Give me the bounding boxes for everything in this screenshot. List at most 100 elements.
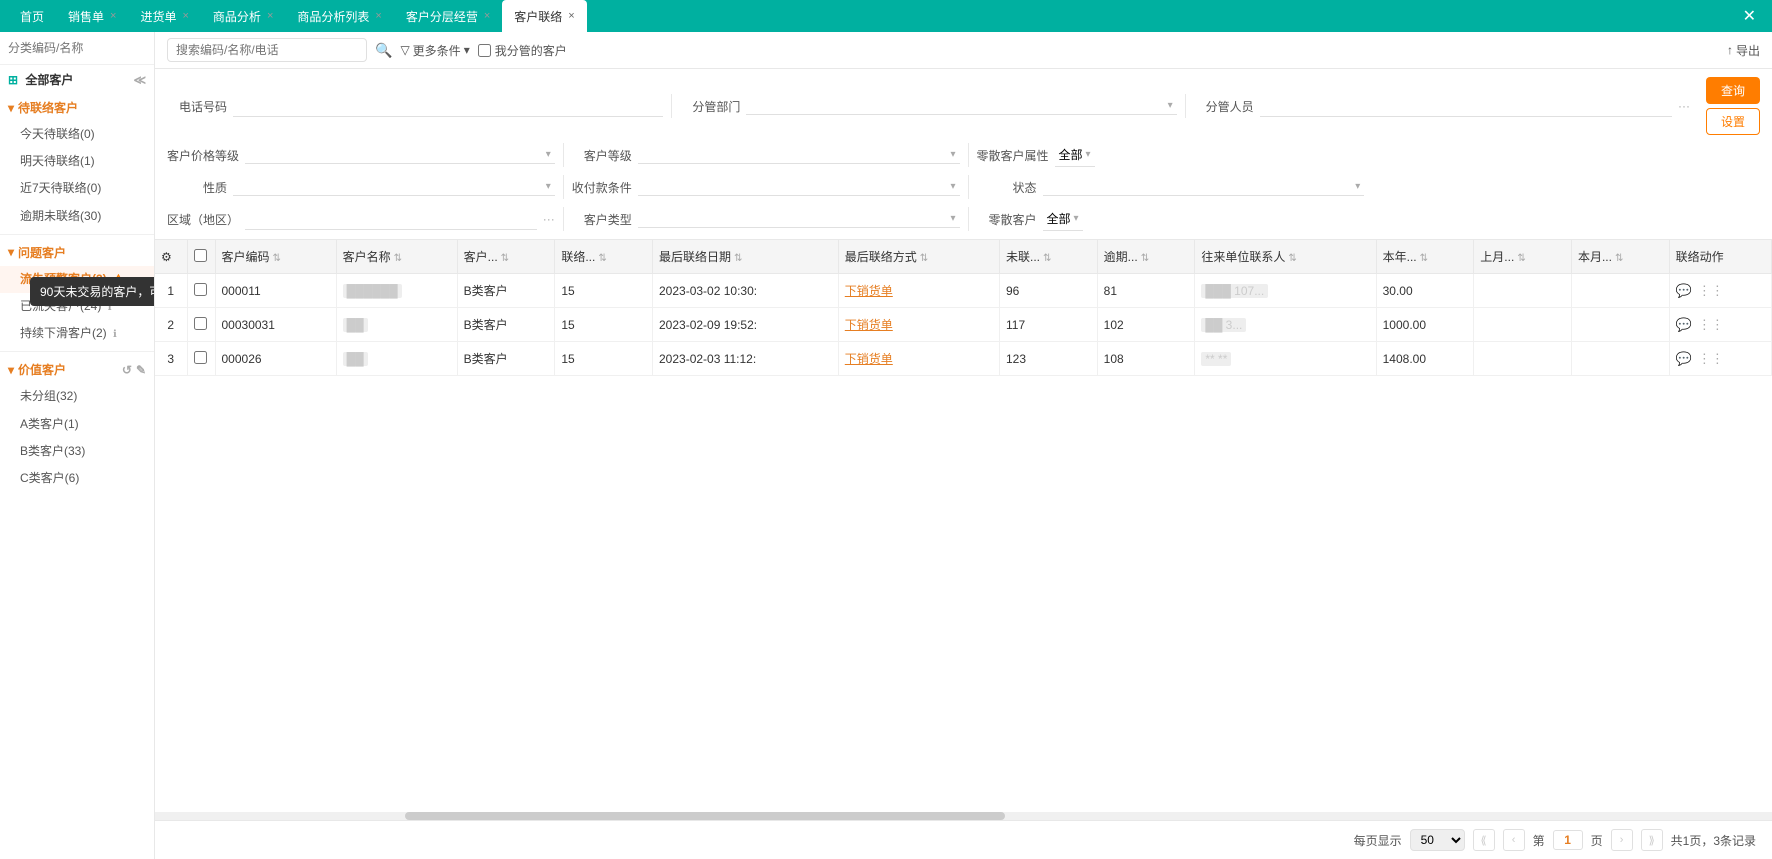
row-action-3: 💬 ⋮⋮	[1669, 342, 1771, 376]
my-customer-checkbox[interactable]	[478, 44, 491, 57]
row-tm-3	[1571, 342, 1669, 376]
more-filter-button[interactable]: ▽ 更多条件 ▾	[400, 42, 469, 59]
sidebar-collapse-icon[interactable]: ≪	[133, 73, 146, 87]
row-lm-1	[1474, 274, 1572, 308]
col-overdue[interactable]: 逾期...⇅	[1097, 240, 1195, 274]
filter-zero-customer-select[interactable]: 全部 ▾	[1043, 207, 1083, 231]
tab-close-purchase[interactable]: ×	[182, 10, 188, 22]
action-chat-3[interactable]: 💬	[1676, 351, 1692, 367]
settings-button[interactable]: 设置	[1706, 108, 1760, 135]
filter-search-button[interactable]: 🔍	[375, 42, 392, 59]
row-name-1: ██████	[336, 274, 457, 308]
action-chat-2[interactable]: 💬	[1676, 317, 1692, 333]
col-type[interactable]: 客户...⇅	[457, 240, 555, 274]
tab-analysis[interactable]: 商品分析 ×	[201, 0, 285, 32]
per-page-select[interactable]: 50 100 200	[1410, 829, 1465, 851]
col-this-year[interactable]: 本年...⇅	[1376, 240, 1474, 274]
main-layout: 🔍 ⊞ 全部客户 ≪ ▾ 待联络客户 今天待联络(0) 明天待联络(1) 近7天…	[0, 32, 1772, 859]
action-more-2[interactable]: ⋮⋮	[1698, 317, 1724, 333]
sidebar-item-7days[interactable]: 近7天待联络(0)	[0, 175, 154, 202]
global-close-icon[interactable]: ✕	[1735, 6, 1764, 26]
sidebar-item-type-b[interactable]: B类客户(33)	[0, 438, 154, 465]
filter-nature-select[interactable]: ▾	[233, 178, 555, 196]
tab-sales[interactable]: 销售单 ×	[56, 0, 128, 32]
row-checkbox-2[interactable]	[194, 317, 207, 330]
more-icon-person[interactable]: ···	[1678, 99, 1690, 113]
filter-customer-grade-select[interactable]: ▾	[638, 146, 960, 164]
sort-icon-date: ⇅	[734, 253, 742, 264]
sidebar-item-today[interactable]: 今天待联络(0)	[0, 121, 154, 148]
filter-status-field: 状态 ▾	[977, 178, 1365, 196]
filter-dept-select[interactable]: ▾	[746, 97, 1176, 115]
scroll-thumb[interactable]	[405, 812, 1005, 820]
tab-close-sales[interactable]: ×	[110, 10, 116, 22]
col-code[interactable]: 客户编码⇅	[215, 240, 336, 274]
filter-person-input[interactable]	[1260, 96, 1672, 117]
sidebar-item-declining[interactable]: 持续下滑客户(2) ℹ	[0, 320, 154, 347]
sidebar-search-input[interactable]	[8, 41, 155, 55]
tab-customer-layer[interactable]: 客户分层经营 ×	[394, 0, 502, 32]
col-this-month[interactable]: 本月...⇅	[1571, 240, 1669, 274]
action-more-1[interactable]: ⋮⋮	[1698, 283, 1724, 299]
tab-bar: 首页 销售单 × 进货单 × 商品分析 × 商品分析列表 × 客户分层经营 × …	[0, 0, 1772, 32]
sidebar-item-type-c[interactable]: C类客户(6)	[0, 465, 154, 492]
row-method-2[interactable]: 下销货单	[838, 308, 999, 342]
refresh-icon-value[interactable]: ↺	[122, 363, 132, 377]
tab-customer-contact[interactable]: 客户联络 ×	[502, 0, 586, 32]
tab-close-analysis-list[interactable]: ×	[375, 10, 381, 22]
filter-payment-select[interactable]: ▾	[638, 178, 960, 196]
filter-price-grade-select[interactable]: ▾	[245, 146, 555, 164]
sidebar-item-ungroup[interactable]: 未分组(32)	[0, 383, 154, 410]
first-page-button[interactable]: ⟪	[1473, 829, 1495, 851]
action-chat-1[interactable]: 💬	[1676, 283, 1692, 299]
row-method-3[interactable]: 下销货单	[838, 342, 999, 376]
sidebar-section-value[interactable]: ▾ 价值客户 ↺ ✎	[0, 356, 154, 383]
sidebar-all-customers[interactable]: ⊞ 全部客户 ≪	[0, 65, 154, 94]
edit-icon-value[interactable]: ✎	[136, 363, 146, 377]
last-page-button[interactable]: ⟫	[1641, 829, 1663, 851]
col-last-method[interactable]: 最后联络方式⇅	[838, 240, 999, 274]
my-customer-checkbox-label[interactable]: 我分管的客户	[478, 42, 567, 59]
prev-page-button[interactable]: ‹	[1503, 829, 1525, 851]
action-more-3[interactable]: ⋮⋮	[1698, 351, 1724, 367]
col-settings[interactable]: ⚙	[155, 240, 187, 274]
horizontal-scrollbar[interactable]	[155, 812, 1772, 820]
col-contact[interactable]: 联络...⇅	[555, 240, 653, 274]
tab-analysis-list[interactable]: 商品分析列表 ×	[285, 0, 393, 32]
next-page-button[interactable]: ›	[1611, 829, 1633, 851]
filter-search-input[interactable]	[167, 38, 367, 62]
row-unc-1: 96	[1000, 274, 1098, 308]
tab-purchase[interactable]: 进货单 ×	[128, 0, 200, 32]
row-checkbox-1[interactable]	[194, 283, 207, 296]
filter-zero-attr-select[interactable]: 全部 ▾	[1055, 143, 1095, 167]
sidebar-section-pending[interactable]: ▾ 待联络客户	[0, 94, 154, 121]
filter-region-input[interactable]	[245, 209, 537, 230]
row-ty-1: 30.00	[1376, 274, 1474, 308]
tab-close-customer-layer[interactable]: ×	[484, 10, 490, 22]
query-button[interactable]: 查询	[1706, 77, 1760, 104]
filter-customer-type-select[interactable]: ▾	[638, 210, 960, 228]
col-name[interactable]: 客户名称⇅	[336, 240, 457, 274]
col-unit-contact[interactable]: 往来单位联系人⇅	[1195, 240, 1376, 274]
col-last-date[interactable]: 最后联络日期⇅	[653, 240, 839, 274]
col-uncontacted[interactable]: 未联...⇅	[1000, 240, 1098, 274]
filter-status-select[interactable]: ▾	[1043, 178, 1365, 196]
sidebar-section-problem[interactable]: ▾ 问题客户	[0, 239, 154, 266]
sidebar-item-type-a[interactable]: A类客户(1)	[0, 411, 154, 438]
row-method-1[interactable]: 下销货单	[838, 274, 999, 308]
table-select-all[interactable]	[194, 249, 207, 262]
tab-close-customer-contact[interactable]: ×	[568, 10, 574, 22]
export-button[interactable]: ↑ 导出	[1727, 42, 1760, 59]
grid-icon: ⊞	[8, 73, 18, 87]
row-uc-2: ██ 3...	[1195, 308, 1376, 342]
filter-phone-input[interactable]	[233, 96, 663, 117]
sidebar-item-overdue[interactable]: 逾期未联络(30)	[0, 203, 154, 230]
page-number-input[interactable]	[1553, 830, 1583, 850]
tab-close-analysis[interactable]: ×	[267, 10, 273, 22]
col-last-month[interactable]: 上月...⇅	[1474, 240, 1572, 274]
more-icon-region[interactable]: ···	[543, 212, 555, 226]
sort-icon-type: ⇅	[501, 253, 509, 264]
sidebar-item-tomorrow[interactable]: 明天待联络(1)	[0, 148, 154, 175]
tab-home[interactable]: 首页	[8, 0, 56, 32]
row-checkbox-3[interactable]	[194, 351, 207, 364]
